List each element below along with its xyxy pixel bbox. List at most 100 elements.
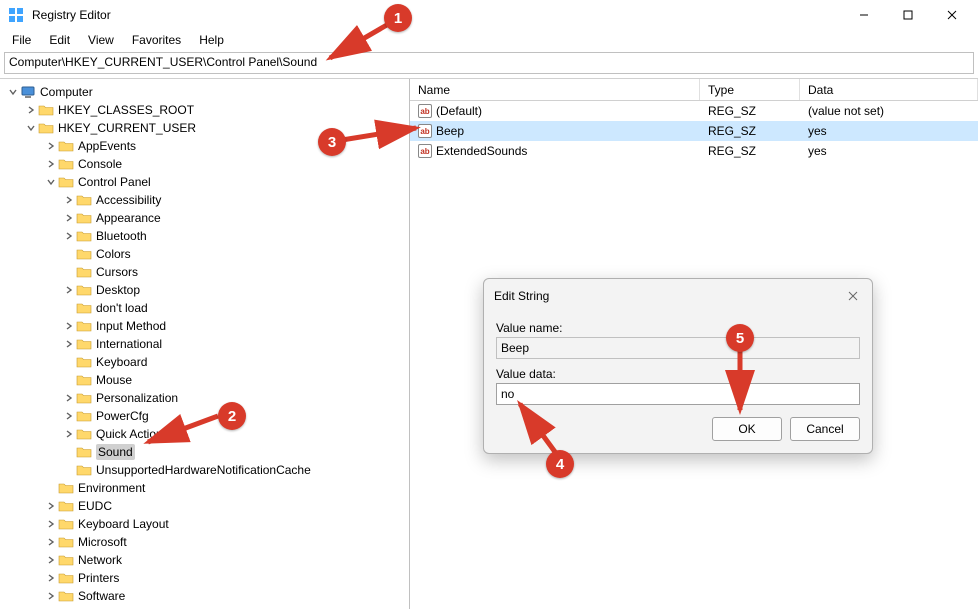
- chevron-right-icon[interactable]: [62, 319, 76, 333]
- maximize-button[interactable]: [886, 0, 930, 30]
- chevron-right-icon[interactable]: [44, 157, 58, 171]
- menu-help[interactable]: Help: [191, 31, 232, 49]
- tree-node-input-method[interactable]: Input Method: [4, 317, 409, 335]
- dialog-titlebar: Edit String: [484, 279, 872, 313]
- tree-node-unsupportedhardwarenotificationcache[interactable]: UnsupportedHardwareNotificationCache: [4, 461, 409, 479]
- value-name-input[interactable]: [496, 337, 860, 359]
- tree-node-hkey-current-user[interactable]: HKEY_CURRENT_USER: [4, 119, 409, 137]
- tree-node-appevents[interactable]: AppEvents: [4, 137, 409, 155]
- tree-node-control-panel[interactable]: Control Panel: [4, 173, 409, 191]
- folder-icon: [76, 264, 92, 280]
- value-data-input[interactable]: [496, 383, 860, 405]
- dialog-close-button[interactable]: [844, 287, 862, 305]
- col-header-name[interactable]: Name: [410, 79, 700, 100]
- minimize-button[interactable]: [842, 0, 886, 30]
- value-type: REG_SZ: [700, 102, 800, 120]
- tree-node-keyboard[interactable]: Keyboard: [4, 353, 409, 371]
- tree-node-keyboard-layout[interactable]: Keyboard Layout: [4, 515, 409, 533]
- tree-node-label: EUDC: [78, 499, 112, 513]
- close-button[interactable]: [930, 0, 974, 30]
- tree-node-label: UnsupportedHardwareNotificationCache: [96, 463, 311, 477]
- value-row[interactable]: abExtendedSoundsREG_SZyes: [410, 141, 978, 161]
- tree-node-powercfg[interactable]: PowerCfg: [4, 407, 409, 425]
- chevron-right-icon: [62, 265, 76, 279]
- chevron-right-icon[interactable]: [62, 211, 76, 225]
- folder-icon: [58, 480, 74, 496]
- edit-string-dialog[interactable]: Edit String Value name: Value data: OK C…: [483, 278, 873, 454]
- tree-node-system[interactable]: System: [4, 605, 409, 609]
- chevron-right-icon: [62, 463, 76, 477]
- tree-node-environment[interactable]: Environment: [4, 479, 409, 497]
- chevron-down-icon[interactable]: [6, 85, 20, 99]
- tree-node-label: Environment: [78, 481, 145, 495]
- address-bar[interactable]: Computer\HKEY_CURRENT_USER\Control Panel…: [4, 52, 974, 74]
- ok-button[interactable]: OK: [712, 417, 782, 441]
- col-header-type[interactable]: Type: [700, 79, 800, 100]
- folder-icon: [76, 390, 92, 406]
- chevron-right-icon: [62, 373, 76, 387]
- tree-node-microsoft[interactable]: Microsoft: [4, 533, 409, 551]
- tree-node-personalization[interactable]: Personalization: [4, 389, 409, 407]
- col-header-data[interactable]: Data: [800, 79, 978, 100]
- folder-icon: [58, 534, 74, 550]
- tree-node-label: Control Panel: [78, 175, 151, 189]
- tree-node-international[interactable]: International: [4, 335, 409, 353]
- tree-node-colors[interactable]: Colors: [4, 245, 409, 263]
- chevron-right-icon[interactable]: [62, 283, 76, 297]
- folder-icon: [76, 282, 92, 298]
- chevron-right-icon[interactable]: [62, 229, 76, 243]
- chevron-right-icon[interactable]: [62, 391, 76, 405]
- chevron-down-icon[interactable]: [24, 121, 38, 135]
- tree-node-quick-actions[interactable]: Quick Actions: [4, 425, 409, 443]
- tree-node-eudc[interactable]: EUDC: [4, 497, 409, 515]
- tree-node-label: Computer: [40, 85, 93, 99]
- tree-node-label: Accessibility: [96, 193, 161, 207]
- menu-edit[interactable]: Edit: [41, 31, 78, 49]
- menu-file[interactable]: File: [4, 31, 39, 49]
- tree-node-accessibility[interactable]: Accessibility: [4, 191, 409, 209]
- tree-node-computer[interactable]: Computer: [4, 83, 409, 101]
- chevron-right-icon[interactable]: [62, 409, 76, 423]
- tree-node-sound[interactable]: Sound: [4, 443, 409, 461]
- folder-icon: [76, 372, 92, 388]
- value-name: ExtendedSounds: [436, 144, 527, 158]
- tree-node-desktop[interactable]: Desktop: [4, 281, 409, 299]
- chevron-right-icon[interactable]: [44, 571, 58, 585]
- chevron-right-icon[interactable]: [44, 139, 58, 153]
- value-data-label: Value data:: [496, 367, 860, 381]
- tree-node-label: Software: [78, 589, 125, 603]
- menu-view[interactable]: View: [80, 31, 122, 49]
- tree-node-software[interactable]: Software: [4, 587, 409, 605]
- chevron-right-icon[interactable]: [62, 337, 76, 351]
- chevron-right-icon[interactable]: [44, 553, 58, 567]
- tree-panel[interactable]: Computer HKEY_CLASSES_ROOTHKEY_CURRENT_US…: [0, 79, 410, 609]
- chevron-right-icon[interactable]: [62, 193, 76, 207]
- tree-node-mouse[interactable]: Mouse: [4, 371, 409, 389]
- tree-node-label: Network: [78, 553, 122, 567]
- chevron-right-icon[interactable]: [62, 427, 76, 441]
- folder-icon: [76, 462, 92, 478]
- tree-node-console[interactable]: Console: [4, 155, 409, 173]
- chevron-right-icon[interactable]: [24, 103, 38, 117]
- chevron-right-icon[interactable]: [44, 499, 58, 513]
- tree-node-cursors[interactable]: Cursors: [4, 263, 409, 281]
- chevron-right-icon[interactable]: [44, 535, 58, 549]
- menu-favorites[interactable]: Favorites: [124, 31, 189, 49]
- tree-node-appearance[interactable]: Appearance: [4, 209, 409, 227]
- dialog-body: Value name: Value data: OK Cancel: [484, 313, 872, 453]
- tree-node-label: International: [96, 337, 162, 351]
- value-row[interactable]: abBeepREG_SZyes: [410, 121, 978, 141]
- computer-icon: [20, 84, 36, 100]
- string-value-icon: ab: [418, 104, 432, 118]
- cancel-button[interactable]: Cancel: [790, 417, 860, 441]
- tree-node-printers[interactable]: Printers: [4, 569, 409, 587]
- folder-icon: [76, 444, 92, 460]
- chevron-down-icon[interactable]: [44, 175, 58, 189]
- value-row[interactable]: ab(Default)REG_SZ(value not set): [410, 101, 978, 121]
- tree-node-network[interactable]: Network: [4, 551, 409, 569]
- tree-node-hkey-classes-root[interactable]: HKEY_CLASSES_ROOT: [4, 101, 409, 119]
- chevron-right-icon[interactable]: [44, 589, 58, 603]
- chevron-right-icon[interactable]: [44, 517, 58, 531]
- tree-node-bluetooth[interactable]: Bluetooth: [4, 227, 409, 245]
- tree-node-don-t-load[interactable]: don't load: [4, 299, 409, 317]
